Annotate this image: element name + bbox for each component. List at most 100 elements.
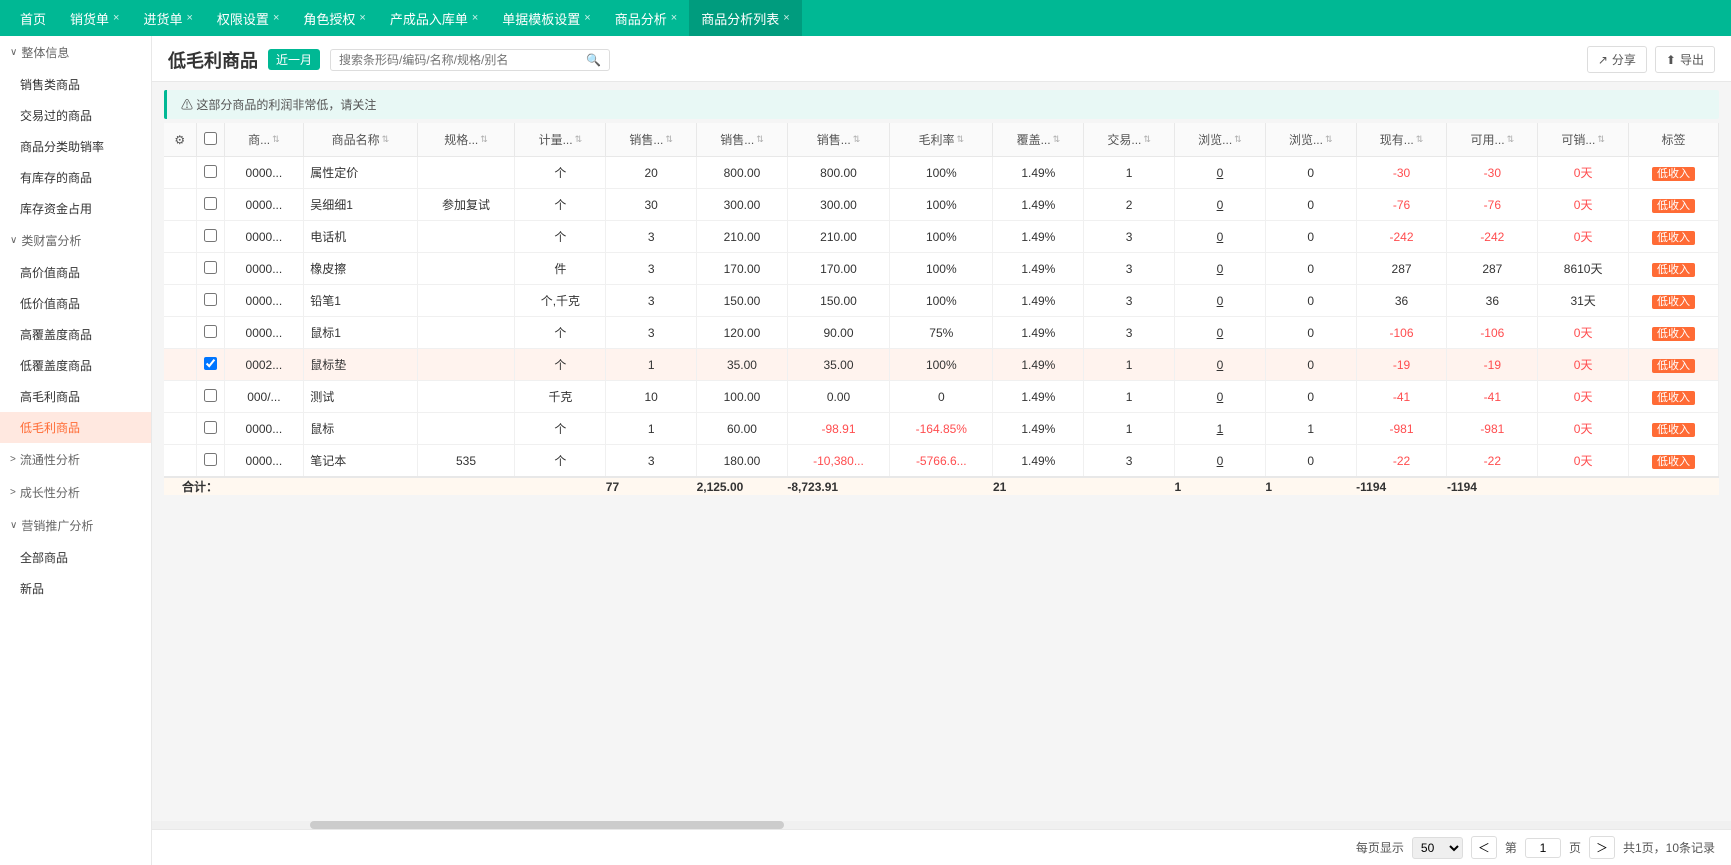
sidebar-item-高覆盖度商品[interactable]: 高覆盖度商品	[0, 319, 151, 350]
sort-sq-icon[interactable]: ⇅	[665, 134, 673, 145]
sidebar-item-高毛利商品[interactable]: 高毛利商品	[0, 381, 151, 412]
share-button[interactable]: ↗ 分享	[1587, 46, 1647, 73]
cell-browse2: 0	[1265, 445, 1356, 478]
close-tab-icon[interactable]: ×	[186, 12, 192, 24]
row-checkbox[interactable]	[204, 421, 217, 434]
sort-gm-icon[interactable]: ⇅	[957, 134, 965, 145]
sidebar-section-流通性分析[interactable]: >流通性分析	[0, 443, 151, 476]
cell-browse1[interactable]: 0	[1175, 349, 1266, 381]
sidebar-item-低覆盖度商品[interactable]: 低覆盖度商品	[0, 350, 151, 381]
cell-sales-qty: 3	[606, 221, 697, 253]
cell-checkbox	[196, 253, 224, 285]
export-button[interactable]: ⬆ 导出	[1655, 46, 1715, 73]
nav-item-角色授权[interactable]: 角色授权×	[291, 0, 377, 36]
row-checkbox[interactable]	[204, 293, 217, 306]
cell-browse1[interactable]: 0	[1175, 285, 1266, 317]
row-checkbox[interactable]	[204, 453, 217, 466]
nav-item-首页[interactable]: 首页	[8, 0, 58, 36]
cell-available: 36	[1447, 285, 1538, 317]
next-page-btn[interactable]: ＞	[1589, 836, 1615, 859]
cell-browse1[interactable]: 0	[1175, 381, 1266, 413]
cell-code: 0000...	[224, 253, 304, 285]
sort-unit-icon[interactable]: ⇅	[575, 134, 583, 145]
sidebar-section-成长性分析[interactable]: >成长性分析	[0, 476, 151, 509]
nav-item-商品分析列表[interactable]: 商品分析列表×	[689, 0, 801, 36]
sidebar-section-类财富分析[interactable]: ∨类财富分析	[0, 224, 151, 257]
sidebar-item-低价值商品[interactable]: 低价值商品	[0, 288, 151, 319]
close-tab-icon[interactable]: ×	[584, 12, 590, 24]
row-checkbox[interactable]	[204, 357, 217, 370]
sort-b2-icon[interactable]: ⇅	[1325, 134, 1333, 145]
close-tab-icon[interactable]: ×	[113, 12, 119, 24]
sort-sp-icon[interactable]: ⇅	[756, 134, 764, 145]
sort-spec-icon[interactable]: ⇅	[480, 134, 488, 145]
sidebar-item-有库存的商品[interactable]: 有库存的商品	[0, 162, 151, 193]
search-input[interactable]	[339, 53, 586, 67]
sidebar-item-高价值商品[interactable]: 高价值商品	[0, 257, 151, 288]
row-checkbox[interactable]	[204, 229, 217, 242]
sort-sale-icon[interactable]: ⇅	[1597, 134, 1605, 145]
sort-tx-icon[interactable]: ⇅	[1143, 134, 1151, 145]
cell-coverage: 1.49%	[993, 221, 1084, 253]
cell-name: 属性定价	[304, 157, 417, 189]
sort-name-icon[interactable]: ⇅	[382, 134, 390, 145]
col-settings[interactable]: ⚙	[164, 123, 196, 157]
sidebar-item-新品[interactable]: 新品	[0, 573, 151, 604]
page-number-input[interactable]	[1525, 838, 1561, 858]
cell-browse2: 0	[1265, 157, 1356, 189]
cell-browse1[interactable]: 0	[1175, 157, 1266, 189]
close-tab-icon[interactable]: ×	[472, 12, 478, 24]
nav-item-商品分析[interactable]: 商品分析×	[603, 0, 689, 36]
cell-browse1[interactable]: 0	[1175, 253, 1266, 285]
cell-tag: 低收入	[1629, 317, 1719, 349]
nav-item-权限设置[interactable]: 权限设置×	[205, 0, 291, 36]
sidebar-item-商品分类助销率[interactable]: 商品分类助销率	[0, 131, 151, 162]
prev-page-btn[interactable]: ＜	[1471, 836, 1497, 859]
row-checkbox[interactable]	[204, 197, 217, 210]
nav-item-进货单[interactable]: 进货单×	[131, 0, 204, 36]
row-checkbox[interactable]	[204, 165, 217, 178]
sort-cur-icon[interactable]: ⇅	[1416, 134, 1424, 145]
sort-code-icon[interactable]: ⇅	[272, 134, 280, 145]
cell-browse1[interactable]: 0	[1175, 317, 1266, 349]
cell-browse1[interactable]: 0	[1175, 189, 1266, 221]
nav-item-产成品入库单[interactable]: 产成品入库单×	[378, 0, 490, 36]
sidebar-section-营销推广分析[interactable]: ∨营销推广分析	[0, 509, 151, 542]
cell-sales-qty: 1	[606, 413, 697, 445]
cell-unit: 个	[515, 189, 606, 221]
row-checkbox[interactable]	[204, 389, 217, 402]
cell-sales-price: 35.00	[697, 349, 788, 381]
cell-browse1[interactable]: 0	[1175, 221, 1266, 253]
cell-transaction: 3	[1084, 445, 1175, 478]
search-icon[interactable]: 🔍	[586, 53, 601, 67]
sidebar-item-销售类商品[interactable]: 销售类商品	[0, 69, 151, 100]
sidebar-section-整体信息[interactable]: ∨整体信息	[0, 36, 151, 69]
cell-saleable: 0天	[1538, 413, 1629, 445]
cell-code: 0000...	[224, 157, 304, 189]
col-sales-qty: 销售...⇅	[606, 123, 697, 157]
per-page-select[interactable]: 50 100 200	[1412, 837, 1463, 859]
sidebar-item-交易过的商品[interactable]: 交易过的商品	[0, 100, 151, 131]
close-tab-icon[interactable]: ×	[273, 12, 279, 24]
row-checkbox[interactable]	[204, 261, 217, 274]
total-browse2: 1	[1265, 477, 1356, 495]
section-arrow-icon: >	[10, 454, 16, 465]
sidebar-item-全部商品[interactable]: 全部商品	[0, 542, 151, 573]
sidebar-item-库存资金占用[interactable]: 库存资金占用	[0, 193, 151, 224]
close-tab-icon[interactable]: ×	[359, 12, 365, 24]
select-all-checkbox[interactable]	[204, 132, 217, 145]
close-tab-icon[interactable]: ×	[783, 12, 789, 24]
sort-cov-icon[interactable]: ⇅	[1053, 134, 1061, 145]
cell-browse1[interactable]: 0	[1175, 445, 1266, 478]
cell-browse1[interactable]: 1	[1175, 413, 1266, 445]
date-filter-btn[interactable]: 近一月	[268, 49, 320, 70]
sort-avail-icon[interactable]: ⇅	[1507, 134, 1515, 145]
sort-sa-icon[interactable]: ⇅	[853, 134, 861, 145]
cell-browse2: 0	[1265, 285, 1356, 317]
close-tab-icon[interactable]: ×	[671, 12, 677, 24]
sidebar-item-低毛利商品[interactable]: 低毛利商品	[0, 412, 151, 443]
sort-b1-icon[interactable]: ⇅	[1234, 134, 1242, 145]
row-checkbox[interactable]	[204, 325, 217, 338]
nav-item-单据模板设置[interactable]: 单据模板设置×	[490, 0, 602, 36]
nav-item-销货单[interactable]: 销货单×	[58, 0, 131, 36]
